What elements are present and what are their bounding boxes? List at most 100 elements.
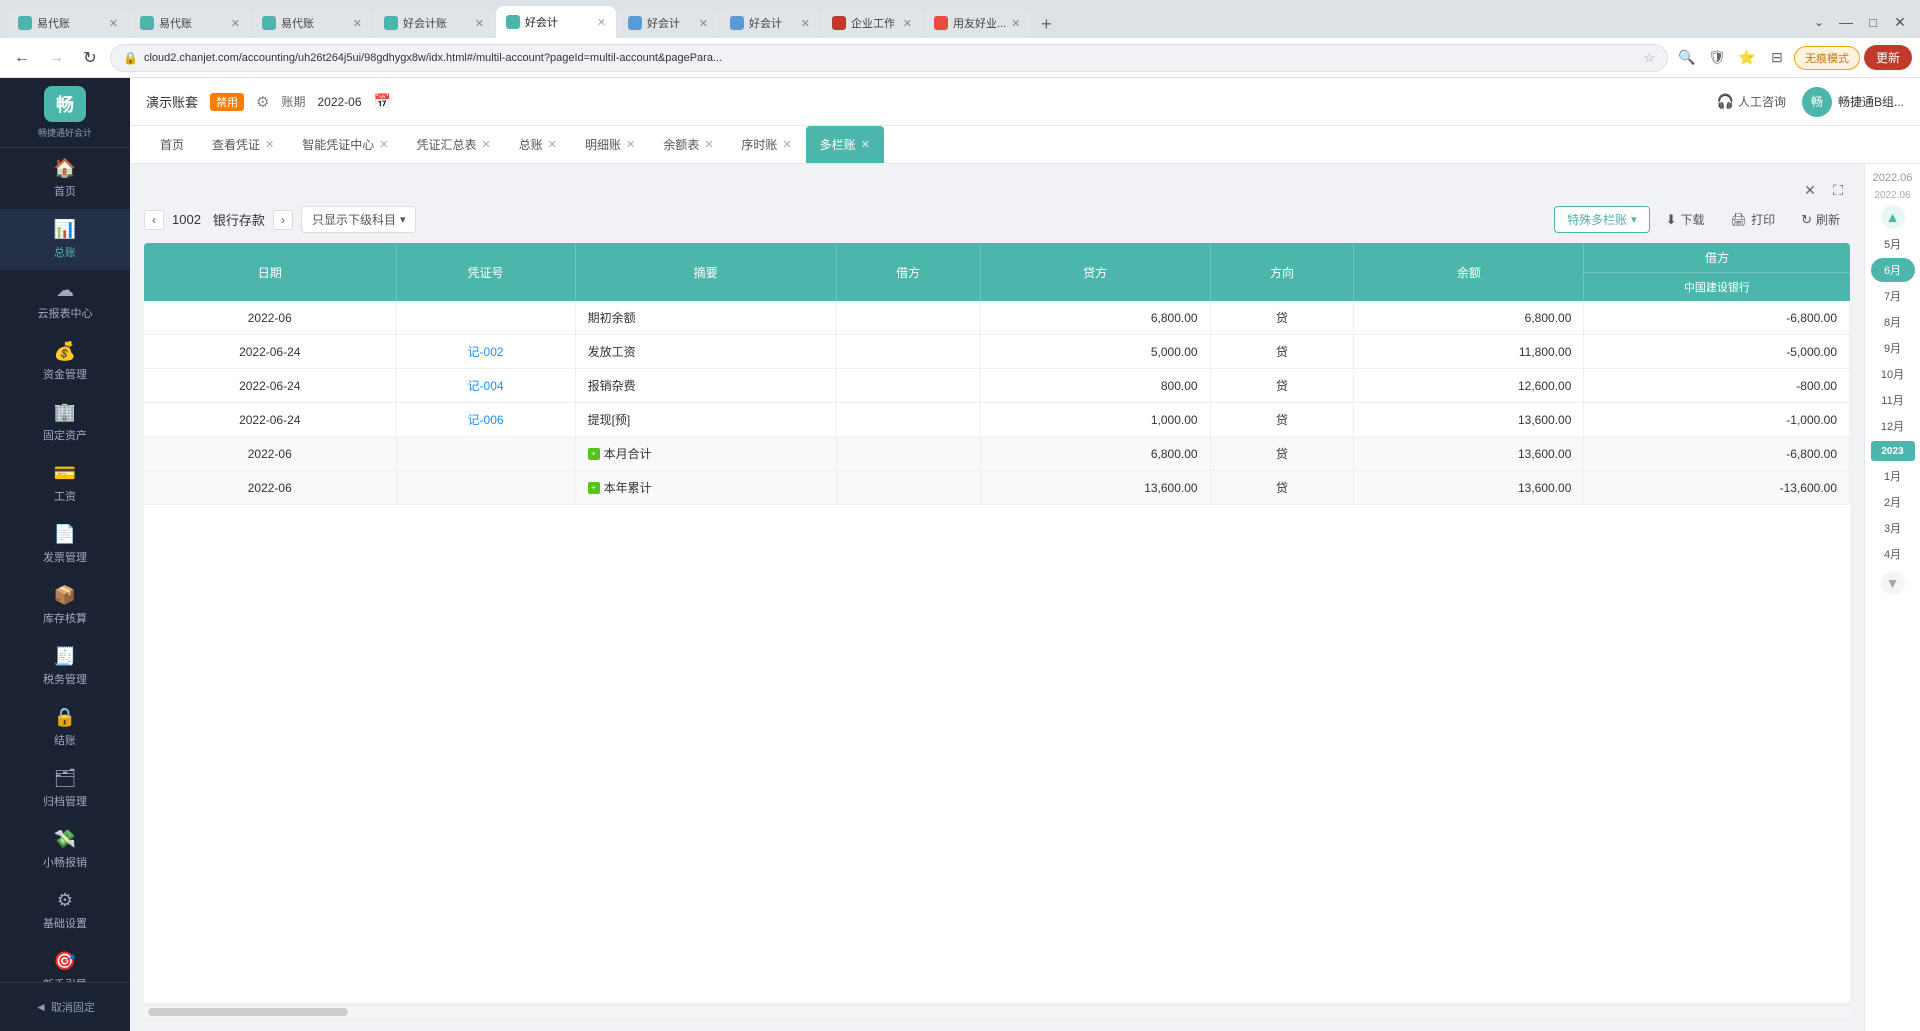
- month-2[interactable]: 2月: [1871, 490, 1915, 514]
- tab-list-btn[interactable]: ⌄: [1807, 10, 1831, 34]
- search-icon[interactable]: 🔍: [1674, 45, 1700, 71]
- sidebar-item-fund[interactable]: 💰 资金管理: [0, 331, 130, 392]
- pin-btn[interactable]: ◄ 取消固定: [4, 993, 126, 1021]
- expand-panel-btn[interactable]: ⛶: [1826, 178, 1850, 202]
- star-icon[interactable]: ☆: [1643, 50, 1655, 66]
- back-btn[interactable]: ←: [8, 44, 36, 72]
- bookmark-icon[interactable]: ⭐: [1734, 45, 1760, 71]
- refresh-btn[interactable]: ↻ 刷新: [1791, 207, 1850, 232]
- user-area[interactable]: 畅 畅捷通B组...: [1802, 87, 1904, 117]
- month-11[interactable]: 11月: [1871, 388, 1915, 412]
- month-9[interactable]: 9月: [1871, 336, 1915, 360]
- month-6-active[interactable]: 6月: [1871, 258, 1915, 282]
- seq-ledger-close[interactable]: ✕: [782, 138, 791, 151]
- close-window-btn[interactable]: ✕: [1888, 10, 1912, 34]
- tab-3[interactable]: 易代账 ✕: [252, 8, 372, 38]
- tab-6[interactable]: 好会计 ✕: [618, 8, 718, 38]
- shield-icon[interactable]: 🛡: [1704, 45, 1730, 71]
- h-scrollbar-thumb[interactable]: [148, 1008, 348, 1016]
- wuhen-btn[interactable]: 无痕模式: [1794, 46, 1860, 70]
- voucher-summary-label: 凭证汇总表: [416, 136, 476, 153]
- sidebar-item-salary[interactable]: 💳 工资: [0, 453, 130, 514]
- month-1[interactable]: 1月: [1871, 464, 1915, 488]
- cell-voucher[interactable]: 记-002: [396, 335, 575, 369]
- month-10[interactable]: 10月: [1871, 362, 1915, 386]
- close-panel-btn[interactable]: ✕: [1798, 178, 1822, 202]
- scroll-down-btn[interactable]: ▼: [1881, 571, 1905, 595]
- tab-1[interactable]: 易代账 ✕: [8, 8, 128, 38]
- month-5[interactable]: 5月: [1871, 232, 1915, 256]
- tab-seq-ledger[interactable]: 序时账 ✕: [727, 126, 805, 164]
- cell-direction: 贷: [1210, 335, 1354, 369]
- tab-balance[interactable]: 余额表 ✕: [649, 126, 727, 164]
- col-debit: 借方: [836, 243, 980, 301]
- tab-5-active[interactable]: 好会计 ✕: [496, 6, 616, 38]
- address-bar: ← → ↻ 🔒 cloud2.chanjet.com/accounting/uh…: [0, 38, 1920, 78]
- reload-btn[interactable]: ↻: [76, 44, 104, 72]
- sidebar-item-closing[interactable]: 🔒 结账: [0, 697, 130, 758]
- tab-general-ledger[interactable]: 总账 ✕: [505, 126, 571, 164]
- url-box[interactable]: 🔒 cloud2.chanjet.com/accounting/uh26t264…: [110, 44, 1668, 72]
- refresh-label: 刷新: [1816, 211, 1840, 228]
- month-12[interactable]: 12月: [1871, 414, 1915, 438]
- month-7[interactable]: 7月: [1871, 284, 1915, 308]
- tab-multi-col[interactable]: 多栏账 ✕: [806, 126, 884, 164]
- voucher-view-close[interactable]: ✕: [265, 138, 274, 151]
- detail-ledger-close[interactable]: ✕: [626, 138, 635, 151]
- month-4[interactable]: 4月: [1871, 542, 1915, 566]
- balance-close[interactable]: ✕: [704, 138, 713, 151]
- tab-9[interactable]: 用友好业... ✕: [924, 8, 1030, 38]
- smart-voucher-close[interactable]: ✕: [379, 138, 388, 151]
- print-label: 打印: [1751, 211, 1775, 228]
- tab-2[interactable]: 易代账 ✕: [130, 8, 250, 38]
- forward-btn[interactable]: →: [42, 44, 70, 72]
- sidebar-item-guide[interactable]: 🎯 新手引导: [0, 941, 130, 982]
- sidebar-item-expense[interactable]: 💸 小畅报销: [0, 819, 130, 880]
- sidebar-item-general-ledger[interactable]: 📊 总账: [0, 209, 130, 270]
- tab-voucher-summary[interactable]: 凭证汇总表 ✕: [402, 126, 504, 164]
- tab-4[interactable]: 好会计账 ✕: [374, 8, 494, 38]
- sidebar-item-settings[interactable]: ⚙ 基础设置: [0, 880, 130, 941]
- scroll-up-btn[interactable]: ▲: [1881, 205, 1905, 229]
- h-scrollbar[interactable]: [144, 1005, 1850, 1017]
- calendar-icon[interactable]: 📅: [374, 93, 391, 110]
- tab-smart-voucher[interactable]: 智能凭证中心 ✕: [288, 126, 402, 164]
- download-btn[interactable]: ⬇ 下载: [1656, 207, 1715, 232]
- sidebar-item-cloud-report[interactable]: ☁ 云报表中心: [0, 270, 130, 331]
- year-2022-month-label: 2022.06: [1874, 190, 1910, 201]
- tab-detail-ledger[interactable]: 明细账 ✕: [571, 126, 649, 164]
- sidebar-toggle-icon[interactable]: ⊟: [1764, 45, 1790, 71]
- sidebar-item-invoice[interactable]: 📄 发票管理: [0, 514, 130, 575]
- tab-voucher-view[interactable]: 查看凭证 ✕: [198, 126, 288, 164]
- next-account-btn[interactable]: ›: [273, 210, 293, 230]
- maximize-btn[interactable]: □: [1861, 10, 1885, 34]
- sidebar-item-archive[interactable]: 🗂 归档管理: [0, 758, 130, 819]
- cell-debit: [836, 369, 980, 403]
- tab-home[interactable]: 首页: [146, 126, 198, 164]
- month-3[interactable]: 3月: [1871, 516, 1915, 540]
- sidebar-item-tax[interactable]: 🧾 税务管理: [0, 636, 130, 697]
- sidebar-item-inventory[interactable]: 📦 库存核算: [0, 575, 130, 636]
- toolbar-right: 特殊多栏账 ▾ ⬇ 下载 🖨 打印 ↻ 刷新: [1554, 206, 1850, 233]
- filter-btn[interactable]: 只显示下级科目 ▾: [301, 206, 417, 233]
- minimize-btn[interactable]: —: [1834, 10, 1858, 34]
- headset-icon: 🎧: [1717, 93, 1734, 110]
- print-btn[interactable]: 🖨 打印: [1721, 207, 1786, 232]
- general-ledger-close[interactable]: ✕: [548, 138, 557, 151]
- multi-col-tab-label: 多栏账: [820, 136, 856, 153]
- sidebar-item-fixed-assets[interactable]: 🏢 固定资产: [0, 392, 130, 453]
- update-btn[interactable]: 更新: [1864, 45, 1912, 70]
- service-btn[interactable]: 🎧 人工咨询: [1717, 93, 1786, 110]
- settings-gear-icon[interactable]: ⚙: [256, 93, 269, 111]
- voucher-summary-close[interactable]: ✕: [482, 138, 491, 151]
- month-8[interactable]: 8月: [1871, 310, 1915, 334]
- tab-8[interactable]: 企业工作 ✕: [822, 8, 922, 38]
- sidebar-item-home[interactable]: 🏠 首页: [0, 148, 130, 209]
- new-tab-btn[interactable]: +: [1032, 10, 1060, 38]
- tab-7[interactable]: 好会计 ✕: [720, 8, 820, 38]
- cell-voucher[interactable]: 记-006: [396, 403, 575, 437]
- cell-voucher[interactable]: 记-004: [396, 369, 575, 403]
- multi-col-btn[interactable]: 特殊多栏账 ▾: [1554, 206, 1650, 233]
- multi-col-close[interactable]: ✕: [861, 138, 870, 151]
- prev-account-btn[interactable]: ‹: [144, 210, 164, 230]
